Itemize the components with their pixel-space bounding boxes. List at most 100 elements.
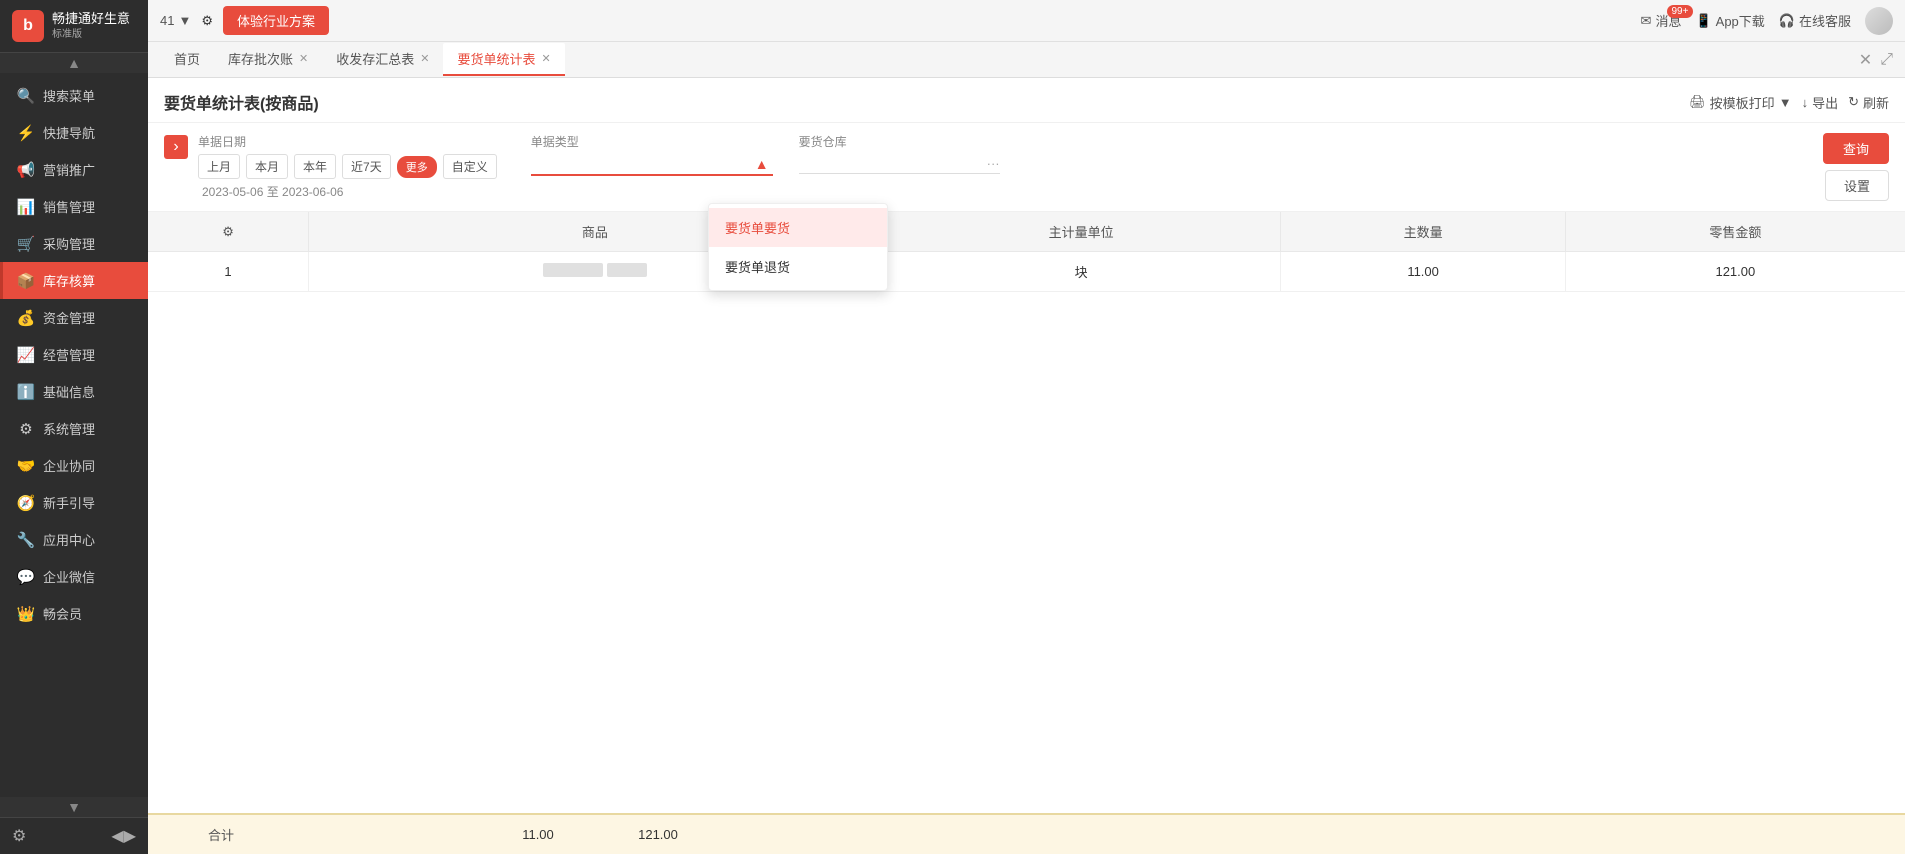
nav-icon: 🔍 [17,87,35,105]
sidebar-item-搜索菜单[interactable]: 🔍搜索菜单 [0,77,148,114]
col-header-2: 主计量单位 [881,212,1281,252]
sidebar-item-快捷导航[interactable]: ⚡快捷导航 [0,114,148,151]
headset-icon: 🎧 [1779,13,1795,29]
sidebar-item-新手引导[interactable]: 🧭新手引导 [0,484,148,521]
nav-icon: 📈 [17,346,35,364]
print-button[interactable]: 🖨 按模板打印 ▼ [1689,93,1791,112]
export-icon: ↓ [1802,95,1809,110]
filter-expand-button[interactable]: › [164,135,188,159]
tab-要货单统计表[interactable]: 要货单统计表✕ [443,43,564,76]
chevron-down-icon: ▼ [1779,95,1792,110]
app-logo-icon: b [12,10,44,42]
sidebar-item-经营管理[interactable]: 📈经营管理 [0,336,148,373]
table-body: 1 块 11.00 121.00 [148,252,1905,292]
sidebar-item-资金管理[interactable]: 💰资金管理 [0,299,148,336]
type-filter-label: 单据类型 [531,133,773,150]
close-tab-icon[interactable]: ✕ [1859,50,1872,70]
nav-icon: 🔧 [17,531,35,549]
page-header-actions: 🖨 按模板打印 ▼ ↓ 导出 ↻ 刷新 [1689,93,1889,112]
topbar: 41 ▼ ⚙ 体验行业方案 ✉ 消息 99+ 📱 App下载 🎧 在线客服 [148,0,1905,42]
expand-tab-icon[interactable]: ⤢ [1880,51,1893,69]
tab-close-icon[interactable]: ✕ [420,52,429,65]
topbar-left: 41 ▼ ⚙ 体验行业方案 [160,6,329,35]
filter-actions: 查询 设置 [1823,133,1889,201]
warehouse-filter-group: 要货仓库 ··· [799,133,1000,174]
tabs-bar: 首页库存批次账✕收发存汇总表✕要货单统计表✕✕⤢ [148,42,1905,78]
sidebar-item-企业微信[interactable]: 💬企业微信 [0,558,148,595]
tab-close-icon[interactable]: ✕ [542,52,551,65]
main-area: 41 ▼ ⚙ 体验行业方案 ✉ 消息 99+ 📱 App下载 🎧 在线客服 [148,0,1905,854]
tab-收发存汇总表[interactable]: 收发存汇总表✕ [322,43,443,76]
nav-icon: 📊 [17,198,35,216]
nav-icon: ⚙ [17,420,35,438]
row-qty: 11.00 [1281,252,1565,292]
date-filter-row: 上月本月本年近7天更多自定义 [198,154,497,179]
row-num: 1 [148,252,309,292]
nav-icon: 🛒 [17,235,35,253]
nav-icon: 🧭 [17,494,35,512]
message-icon: ✉ [1641,13,1652,29]
settings-gear-icon[interactable]: ⚙ [201,13,213,29]
query-button[interactable]: 查询 [1823,133,1889,164]
date-btn-本年[interactable]: 本年 [294,154,336,179]
collapse-icon[interactable]: ◀▶ [111,826,136,846]
dropdown-item-要货单退货[interactable]: 要货单退货 [709,247,887,286]
settings-icon[interactable]: ⚙ [12,826,26,846]
date-btn-上月[interactable]: 上月 [198,154,240,179]
sidebar-scroll-down[interactable]: ▼ [0,797,148,817]
message-button[interactable]: ✉ 消息 99+ [1641,11,1682,30]
type-input[interactable] [535,157,755,172]
dropdown-item-要货单要货[interactable]: 要货单要货 [709,208,887,247]
topbar-right: ✉ 消息 99+ 📱 App下载 🎧 在线客服 [1641,7,1893,35]
sidebar-item-系统管理[interactable]: ⚙系统管理 [0,410,148,447]
footer-label: 合计 [148,825,348,844]
col-header-0[interactable]: ⚙ [148,212,309,252]
refresh-icon: ↻ [1848,94,1859,110]
date-range-text: 2023-05-06 至 2023-06-06 [202,183,497,200]
page-header: 要货单统计表(按商品) 🖨 按模板打印 ▼ ↓ 导出 ↻ 刷新 [148,78,1905,123]
sidebar-item-畅会员[interactable]: 👑畅会员 [0,595,148,632]
refresh-button[interactable]: ↻ 刷新 [1848,93,1889,112]
date-btn-custom[interactable]: 自定义 [443,154,497,179]
sidebar-item-基础信息[interactable]: ℹ️基础信息 [0,373,148,410]
tabsbar-end: ✕⤢ [1859,50,1893,70]
avatar-image [1865,7,1893,35]
trial-industry-button[interactable]: 体验行业方案 [223,6,329,35]
nav-icon: 📢 [17,161,35,179]
filter-bar: › 单据日期 上月本月本年近7天更多自定义 2023-05-06 至 2023-… [148,123,1905,212]
date-btn-本月[interactable]: 本月 [246,154,288,179]
page-title: 要货单统计表(按商品) [164,90,319,114]
warehouse-more-icon[interactable]: ··· [987,156,1000,171]
nav-icon: 👑 [17,605,35,623]
sidebar-item-应用中心[interactable]: 🔧应用中心 [0,521,148,558]
store-selector[interactable]: 41 ▼ [160,13,191,28]
online-service-button[interactable]: 🎧 在线客服 [1779,11,1851,30]
sidebar-scroll-up[interactable]: ▲ [0,53,148,73]
nav-icon: 💰 [17,309,35,327]
sidebar-item-企业协同[interactable]: 🤝企业协同 [0,447,148,484]
app-logo-text: 畅捷通好生意 标准版 [52,11,130,41]
sidebar-item-营销推广[interactable]: 📢营销推广 [0,151,148,188]
sidebar-logo: b 畅捷通好生意 标准版 [0,0,148,53]
app-download-label: App下载 [1716,11,1765,30]
type-chevron-up-icon[interactable]: ▲ [755,156,769,172]
sidebar-item-销售管理[interactable]: 📊销售管理 [0,188,148,225]
user-avatar[interactable] [1865,7,1893,35]
row-unit: 块 [881,252,1281,292]
app-download-button[interactable]: 📱 App下载 [1695,11,1764,30]
warehouse-input[interactable] [799,154,983,173]
nav-icon: 💬 [17,568,35,586]
export-button[interactable]: ↓ 导出 [1802,93,1839,112]
date-btn-more[interactable]: 更多 [397,156,437,178]
footer-qty: 11.00 [478,827,598,842]
tab-首页[interactable]: 首页 [160,43,214,76]
date-btn-近7天[interactable]: 近7天 [342,154,391,179]
nav-icon: ℹ️ [17,383,35,401]
tab-库存批次账[interactable]: 库存批次账✕ [214,43,322,76]
nav-icon: ⚡ [17,124,35,142]
sidebar-item-库存核算[interactable]: 📦库存核算 [0,262,148,299]
setting-button[interactable]: 设置 [1825,170,1889,201]
tab-close-icon[interactable]: ✕ [299,52,308,65]
sidebar-item-采购管理[interactable]: 🛒采购管理 [0,225,148,262]
table-header: ⚙商品主计量单位主数量零售金额 [148,212,1905,252]
